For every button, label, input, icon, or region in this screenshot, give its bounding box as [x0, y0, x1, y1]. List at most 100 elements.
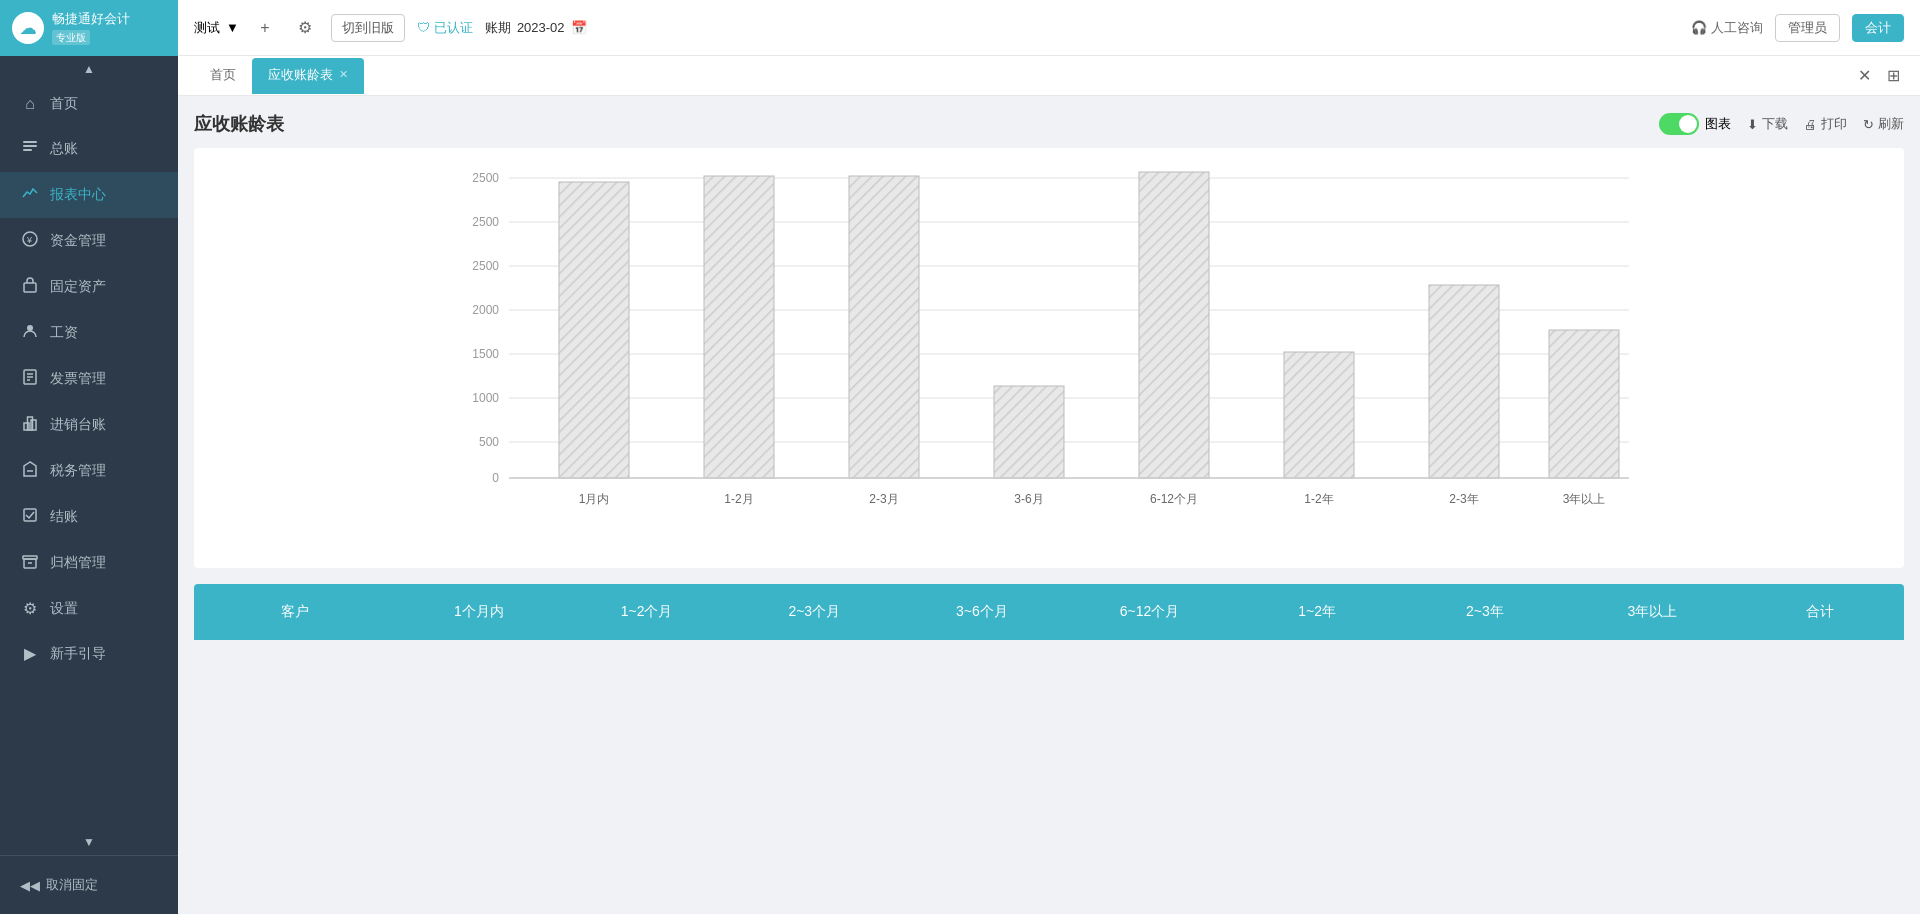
stock-icon — [20, 415, 40, 435]
svg-text:0: 0 — [492, 471, 499, 485]
settings-btn[interactable]: ⚙ — [291, 14, 319, 42]
bar-1-2月 — [704, 176, 774, 478]
period-selector[interactable]: 账期 2023-02 📅 — [485, 19, 587, 37]
svg-text:3年以上: 3年以上 — [1563, 492, 1606, 506]
cancel-fixed-btn[interactable]: ◀◀ 取消固定 — [0, 866, 178, 904]
bar-1月内 — [559, 182, 629, 478]
sidebar-label-assets: 固定资产 — [50, 278, 106, 296]
svg-point-6 — [27, 325, 33, 331]
tab-aging[interactable]: 应收账龄表 ✕ — [252, 58, 364, 94]
bar-1-2年 — [1284, 352, 1354, 478]
refresh-btn[interactable]: ↻ 刷新 — [1863, 115, 1904, 133]
sidebar-label-capital: 资金管理 — [50, 232, 106, 250]
report-title: 应收账龄表 — [194, 112, 284, 136]
scroll-down-arrow[interactable]: ▼ — [75, 833, 103, 851]
col-2-3year: 2~3年 — [1401, 603, 1569, 621]
sidebar-item-closing[interactable]: 结账 — [0, 494, 178, 540]
col-1month: 1个月内 — [395, 603, 563, 621]
logo-icon: ☁ — [12, 12, 44, 44]
sidebar-bottom: ◀◀ 取消固定 — [0, 855, 178, 914]
sidebar-label-archive: 归档管理 — [50, 554, 106, 572]
svg-text:2500: 2500 — [472, 259, 499, 273]
col-customer: 客户 — [194, 603, 395, 621]
sidebar-label-tax: 税务管理 — [50, 462, 106, 480]
svg-text:6-12个月: 6-12个月 — [1150, 492, 1198, 506]
company-dropdown-icon: ▼ — [226, 20, 239, 35]
logo-name: 畅捷通好会计 — [52, 11, 130, 28]
col-3-6month: 3~6个月 — [898, 603, 1066, 621]
cancel-fixed-label: 取消固定 — [46, 876, 98, 894]
bar-2-3年 — [1429, 285, 1499, 478]
tab-close-icon[interactable]: ✕ — [339, 68, 348, 81]
svg-text:1-2年: 1-2年 — [1304, 492, 1333, 506]
chart-toggle-label: 图表 — [1705, 115, 1731, 133]
sidebar-item-settings[interactable]: ⚙ 设置 — [0, 586, 178, 631]
scroll-down-area: ▼ — [0, 829, 178, 855]
invoice-icon — [20, 369, 40, 389]
consulting-btn[interactable]: 🎧 人工咨询 — [1691, 19, 1763, 37]
chart-toggle-wrap: 图表 — [1659, 113, 1731, 135]
report-actions: 图表 ⬇ 下载 🖨 打印 ↻ 刷新 — [1659, 113, 1904, 135]
sidebar-item-salary[interactable]: 工资 — [0, 310, 178, 356]
sidebar-item-home[interactable]: ⌂ 首页 — [0, 82, 178, 126]
sidebar-item-tax[interactable]: 税务管理 — [0, 448, 178, 494]
bar-3年以上 — [1549, 330, 1619, 478]
sidebar-item-invoice[interactable]: 发票管理 — [0, 356, 178, 402]
sidebar-item-ledger[interactable]: 总账 — [0, 126, 178, 172]
svg-rect-1 — [23, 145, 37, 147]
tab-maximize-icon[interactable]: ⊞ — [1883, 62, 1904, 89]
accountant-btn[interactable]: 会计 — [1852, 14, 1904, 42]
svg-rect-15 — [24, 509, 36, 521]
archive-icon — [20, 553, 40, 573]
sidebar-item-archive[interactable]: 归档管理 — [0, 540, 178, 586]
print-btn[interactable]: 🖨 打印 — [1804, 115, 1847, 133]
bar-2-3月 — [849, 176, 919, 478]
topbar: 测试 ▼ + ⚙ 切到旧版 🛡 已认证 账期 2023-02 📅 🎧 人工咨询 … — [178, 0, 1920, 56]
svg-rect-13 — [28, 417, 33, 430]
svg-text:2500: 2500 — [472, 215, 499, 229]
capital-icon: ¥ — [20, 231, 40, 251]
reports-icon — [20, 185, 40, 205]
certified-label: 已认证 — [434, 19, 473, 37]
content-tabs: 首页 应收账龄表 ✕ ✕ ⊞ — [178, 56, 1920, 96]
consulting-label: 人工咨询 — [1711, 19, 1763, 37]
bar-3-6月 — [994, 386, 1064, 478]
company-selector[interactable]: 测试 ▼ — [194, 19, 239, 37]
chart-toggle[interactable] — [1659, 113, 1699, 135]
tab-close-window-icon[interactable]: ✕ — [1854, 62, 1875, 89]
col-3year-plus: 3年以上 — [1569, 603, 1737, 621]
svg-text:3-6月: 3-6月 — [1014, 492, 1043, 506]
svg-text:¥: ¥ — [26, 235, 33, 245]
sidebar-label-guide: 新手引导 — [50, 645, 106, 663]
sidebar-item-stock[interactable]: 进销台账 — [0, 402, 178, 448]
period-value: 2023-02 — [517, 20, 565, 35]
tab-aging-label: 应收账龄表 — [268, 66, 333, 84]
calendar-icon: 📅 — [571, 20, 587, 35]
chart-svg: 0 500 1000 1500 2000 2500 2500 2500 — [214, 168, 1884, 538]
svg-text:1500: 1500 — [472, 347, 499, 361]
sidebar-label-home: 首页 — [50, 95, 78, 113]
switch-old-btn[interactable]: 切到旧版 — [331, 14, 405, 42]
guide-icon: ▶ — [20, 644, 40, 663]
tab-home[interactable]: 首页 — [194, 58, 252, 94]
salary-icon — [20, 323, 40, 343]
print-icon: 🖨 — [1804, 117, 1817, 132]
manager-btn[interactable]: 管理员 — [1775, 14, 1840, 42]
sidebar-label-closing: 结账 — [50, 508, 78, 526]
svg-text:1月内: 1月内 — [579, 492, 610, 506]
sidebar-label-ledger: 总账 — [50, 140, 78, 158]
headset-icon: 🎧 — [1691, 20, 1707, 35]
report-header: 应收账龄表 图表 ⬇ 下载 🖨 打印 ↻ 刷新 — [194, 112, 1904, 136]
download-btn[interactable]: ⬇ 下载 — [1747, 115, 1788, 133]
page-content: 应收账龄表 图表 ⬇ 下载 🖨 打印 ↻ 刷新 — [178, 96, 1920, 914]
add-company-btn[interactable]: + — [251, 14, 279, 42]
scroll-up-arrow[interactable]: ▲ — [75, 60, 103, 78]
sidebar-item-reports[interactable]: 报表中心 — [0, 172, 178, 218]
tax-icon — [20, 461, 40, 481]
sidebar-logo: ☁ 畅捷通好会计 专业版 — [0, 0, 178, 56]
sidebar-item-guide[interactable]: ▶ 新手引导 — [0, 631, 178, 676]
home-icon: ⌂ — [20, 95, 40, 113]
sidebar: ☁ 畅捷通好会计 专业版 ▲ ⌂ 首页 总账 报表中心 ¥ — [0, 0, 178, 914]
sidebar-item-assets[interactable]: 固定资产 — [0, 264, 178, 310]
sidebar-item-capital[interactable]: ¥ 资金管理 — [0, 218, 178, 264]
